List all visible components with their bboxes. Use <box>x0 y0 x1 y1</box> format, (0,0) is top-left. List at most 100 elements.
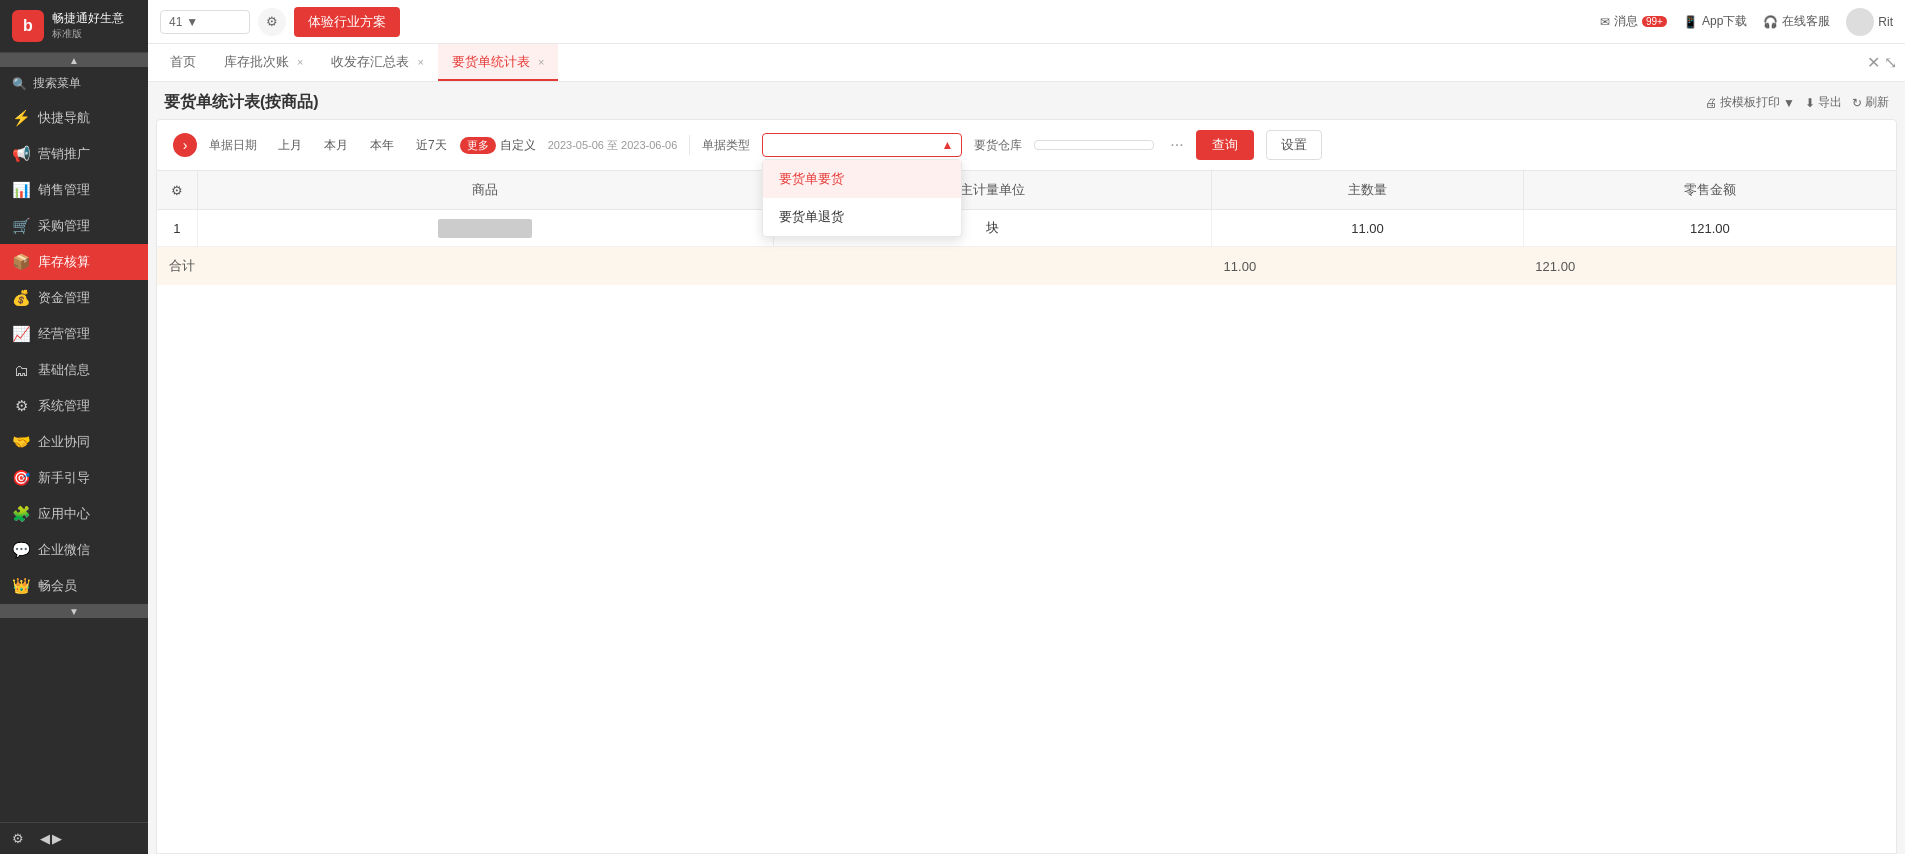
date-quick-buttons: 上月 本月 本年 近7天 更多 自定义 <box>269 134 536 157</box>
messages-badge-item[interactable]: ✉ 消息 99+ <box>1600 13 1667 30</box>
sidebar-logo: b 畅捷通好生意 标准版 <box>0 0 148 53</box>
dropdown-item-order-normal[interactable]: 要货单要货 <box>763 160 961 198</box>
type-input-wrapper: ▲ 要货单要货 要货单退货 <box>762 133 962 157</box>
date-more-button[interactable]: 更多 <box>460 137 496 154</box>
warehouse-filter-input[interactable] <box>1034 140 1154 150</box>
tab-batch-account[interactable]: 库存批次账 × <box>210 44 317 81</box>
sidebar-item-inventory[interactable]: 📦 库存核算 <box>0 244 148 280</box>
trial-industry-button[interactable]: 体验行业方案 <box>294 7 400 37</box>
main-area: 41 ▼ ⚙ 体验行业方案 ✉ 消息 99+ 📱 App下载 🎧 在线客服 R <box>148 0 1905 854</box>
date-btn-this-month[interactable]: 本月 <box>315 134 357 157</box>
sidebar-item-member[interactable]: 👑 畅会员 <box>0 568 148 604</box>
sidebar-item-sales[interactable]: 📊 销售管理 <box>0 172 148 208</box>
date-btn-this-year[interactable]: 本年 <box>361 134 403 157</box>
refresh-action[interactable]: ↻ 刷新 <box>1852 94 1889 111</box>
online-service-item[interactable]: 🎧 在线客服 <box>1763 13 1830 30</box>
app-download-item[interactable]: 📱 App下载 <box>1683 13 1747 30</box>
tab-receipt-summary-label: 收发存汇总表 <box>331 53 409 71</box>
settings-button[interactable]: 设置 <box>1266 130 1322 160</box>
sidebar-bottom: ⚙ ◀▶ <box>0 822 148 854</box>
page-title: 要货单统计表(按商品) <box>164 92 319 113</box>
sidebar: b 畅捷通好生意 标准版 ▲ 🔍 搜索菜单 ⚡ 快捷导航 📢 营销推广 📊 销售… <box>0 0 148 854</box>
tab-home[interactable]: 首页 <box>156 44 210 81</box>
query-button[interactable]: 查询 <box>1196 130 1254 160</box>
sidebar-item-marketing[interactable]: 📢 营销推广 <box>0 136 148 172</box>
refresh-label: 刷新 <box>1865 94 1889 111</box>
col-quantity: 主数量 <box>1212 171 1524 210</box>
online-service-label: 在线客服 <box>1782 13 1830 30</box>
sidebar-item-quick-nav[interactable]: ⚡ 快捷导航 <box>0 100 148 136</box>
date-btn-last-month[interactable]: 上月 <box>269 134 311 157</box>
topbar: 41 ▼ ⚙ 体验行业方案 ✉ 消息 99+ 📱 App下载 🎧 在线客服 R <box>148 0 1905 44</box>
sidebar-item-operations[interactable]: 📈 经营管理 <box>0 316 148 352</box>
tab-close-all-icon[interactable]: ✕ <box>1867 53 1880 72</box>
sidebar-item-label-sales: 销售管理 <box>38 181 90 199</box>
sidebar-item-cooperation[interactable]: 🤝 企业协同 <box>0 424 148 460</box>
export-label: 导出 <box>1818 94 1842 111</box>
date-custom-button[interactable]: 自定义 <box>500 137 536 154</box>
export-action[interactable]: ⬇ 导出 <box>1805 94 1842 111</box>
sidebar-item-label-finance: 资金管理 <box>38 289 90 307</box>
col-settings[interactable]: ⚙ <box>157 171 197 210</box>
settings-icon[interactable]: ⚙ <box>12 831 24 846</box>
refresh-icon: ↻ <box>1852 96 1862 110</box>
type-filter-input[interactable]: ▲ <box>762 133 962 157</box>
date-btn-7days[interactable]: 近7天 <box>407 134 456 157</box>
dropdown-item-order-return[interactable]: 要货单退货 <box>763 198 961 236</box>
app-download-label: App下载 <box>1702 13 1747 30</box>
sidebar-item-wechat-biz[interactable]: 💬 企业微信 <box>0 532 148 568</box>
tab-expand-icon[interactable]: ⤡ <box>1884 53 1897 72</box>
filter-more-button[interactable]: ··· <box>1170 136 1183 154</box>
date-filter-label: 单据日期 <box>209 137 257 154</box>
tab-batch-account-close[interactable]: × <box>297 56 303 68</box>
messages-label: 消息 <box>1614 13 1638 30</box>
app-center-icon: 🧩 <box>12 505 30 523</box>
print-action[interactable]: 🖨 按模板打印 ▼ <box>1705 94 1795 111</box>
tab-receipt-summary-close[interactable]: × <box>417 56 423 68</box>
message-icon: ✉ <box>1600 15 1610 29</box>
company-selector[interactable]: 41 ▼ <box>160 10 250 34</box>
sidebar-collapse-toggle[interactable]: ◀▶ <box>40 831 62 846</box>
tab-home-label: 首页 <box>170 53 196 71</box>
tab-order-summary-label: 要货单统计表 <box>452 53 530 71</box>
sidebar-item-label-quick-nav: 快捷导航 <box>38 109 90 127</box>
sidebar-item-label-operations: 经营管理 <box>38 325 90 343</box>
wechat-biz-icon: 💬 <box>12 541 30 559</box>
finance-icon: 💰 <box>12 289 30 307</box>
cooperation-icon: 🤝 <box>12 433 30 451</box>
system-icon: ⚙ <box>12 397 30 415</box>
sidebar-item-purchase[interactable]: 🛒 采购管理 <box>0 208 148 244</box>
sidebar-search[interactable]: 🔍 搜索菜单 <box>0 67 148 100</box>
messages-count-badge: 99+ <box>1642 16 1667 27</box>
tab-receipt-summary[interactable]: 收发存汇总表 × <box>317 44 437 81</box>
page-header: 要货单统计表(按商品) 🖨 按模板打印 ▼ ⬇ 导出 ↻ 刷新 <box>148 82 1905 119</box>
sidebar-scroll-up[interactable]: ▲ <box>0 53 148 67</box>
sidebar-item-label-purchase: 采购管理 <box>38 217 90 235</box>
company-name: 41 <box>169 15 182 29</box>
sidebar-item-guide[interactable]: 🎯 新手引导 <box>0 460 148 496</box>
sidebar-item-app-center[interactable]: 🧩 应用中心 <box>0 496 148 532</box>
sidebar-item-finance[interactable]: 💰 资金管理 <box>0 280 148 316</box>
row-amount: 121.00 <box>1523 210 1896 247</box>
topbar-gear-button[interactable]: ⚙ <box>258 8 286 36</box>
tab-batch-account-label: 库存批次账 <box>224 53 289 71</box>
sidebar-item-label-wechat-biz: 企业微信 <box>38 541 90 559</box>
col-amount: 零售金额 <box>1523 171 1896 210</box>
sidebar-item-label-member: 畅会员 <box>38 577 77 595</box>
column-settings-icon[interactable]: ⚙ <box>171 183 183 198</box>
tab-order-summary-close[interactable]: × <box>538 56 544 68</box>
row-goods: ████ ████ <box>197 210 773 247</box>
user-avatar-item[interactable]: Rit <box>1846 8 1893 36</box>
online-service-icon: 🎧 <box>1763 15 1778 29</box>
sidebar-item-system[interactable]: ⚙ 系统管理 <box>0 388 148 424</box>
print-label: 按模板打印 <box>1720 94 1780 111</box>
sidebar-scroll-down[interactable]: ▼ <box>0 604 148 618</box>
tab-order-summary[interactable]: 要货单统计表 × <box>438 44 558 81</box>
filter-expand-button[interactable]: › <box>173 133 197 157</box>
sidebar-item-basic[interactable]: 🗂 基础信息 <box>0 352 148 388</box>
export-icon: ⬇ <box>1805 96 1815 110</box>
sidebar-item-label-app-center: 应用中心 <box>38 505 90 523</box>
type-filter-chevron-up: ▲ <box>941 138 953 152</box>
member-icon: 👑 <box>12 577 30 595</box>
sidebar-item-label-guide: 新手引导 <box>38 469 90 487</box>
